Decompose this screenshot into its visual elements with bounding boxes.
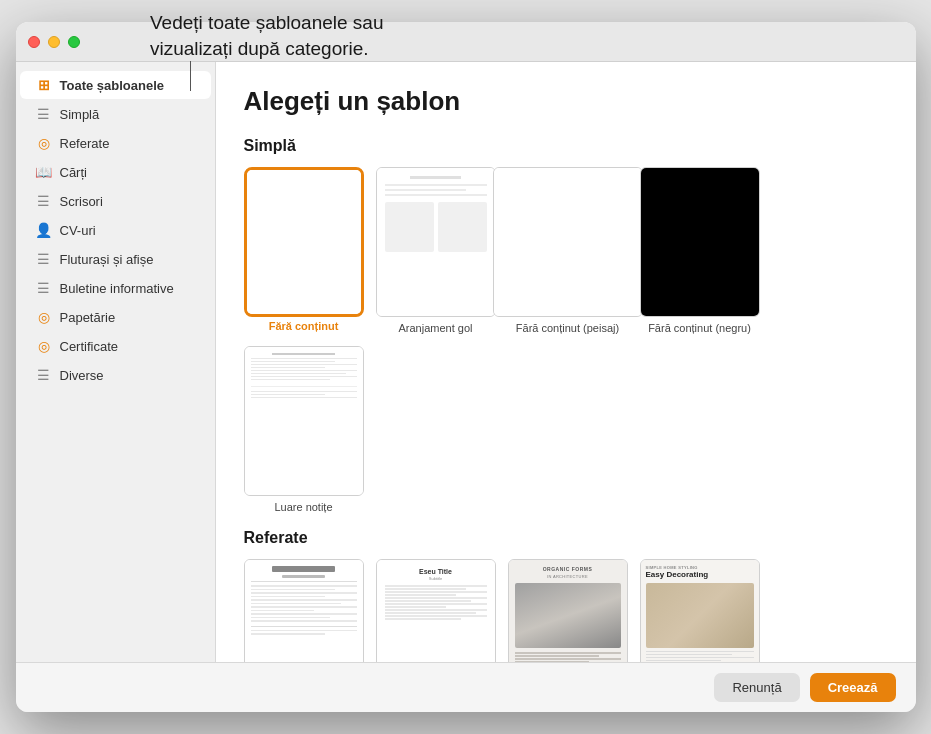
template-blank-dark[interactable]: Fără conținut (negru): [640, 167, 760, 334]
simple-template-grid: Fără conținut: [244, 167, 888, 513]
template-thumb-blank-landscape[interactable]: [493, 167, 643, 317]
titlebar: [16, 22, 916, 62]
main-window: ⊞ Toate șabloanele ☰ Simplă ◎ Referate 📖…: [16, 22, 916, 712]
sidebar-item-certificates[interactable]: ◎ Certificate: [20, 332, 211, 360]
page-title: Alegeți un șablon: [244, 86, 888, 117]
badge-icon: ◎: [36, 135, 52, 151]
minimize-button[interactable]: [48, 36, 60, 48]
template-blank[interactable]: Fără conținut: [244, 167, 364, 334]
sidebar-item-letters[interactable]: ☰ Scrisori: [20, 187, 211, 215]
section-title-reports: Referate: [244, 529, 888, 547]
template-thumb-notes[interactable]: [244, 346, 364, 496]
book-icon: 📖: [36, 164, 52, 180]
stationery-icon: ◎: [36, 309, 52, 325]
list-icon: ☰: [36, 106, 52, 122]
sidebar-item-all[interactable]: ⊞ Toate șabloanele: [20, 71, 211, 99]
template-thumb-minimal-report[interactable]: ORGANIC FORMS IN ARCHITECTURE: [508, 559, 628, 662]
create-button[interactable]: Creează: [810, 673, 896, 702]
template-label-layout-blank: Aranjament gol: [399, 322, 473, 334]
template-label-blank-dark: Fără conținut (negru): [648, 322, 751, 334]
sidebar-item-simple[interactable]: ☰ Simplă: [20, 100, 211, 128]
template-layout-blank[interactable]: Aranjament gol: [376, 167, 496, 334]
reports-template-grid: Referat simplu Eseu Title Subtitle: [244, 559, 888, 662]
close-button[interactable]: [28, 36, 40, 48]
grid-icon: ⊞: [36, 77, 52, 93]
flyer-icon: ☰: [36, 251, 52, 267]
template-thumb-contemporary[interactable]: Simple Home Styling Easy Decorating: [640, 559, 760, 662]
sidebar-item-cv[interactable]: 👤 CV-uri: [20, 216, 211, 244]
content-area: ⊞ Toate șabloanele ☰ Simplă ◎ Referate 📖…: [16, 62, 916, 662]
main-content: Alegeți un șablon Simplă Fără conținut: [216, 62, 916, 662]
template-label-notes: Luare notițe: [274, 501, 332, 513]
sidebar: ⊞ Toate șabloanele ☰ Simplă ◎ Referate 📖…: [16, 62, 216, 662]
template-thumb-simple-report[interactable]: [244, 559, 364, 662]
sidebar-item-books[interactable]: 📖 Cărți: [20, 158, 211, 186]
template-simple-report[interactable]: Referat simplu: [244, 559, 364, 662]
sidebar-item-flyers[interactable]: ☰ Fluturași și afișe: [20, 245, 211, 273]
sidebar-item-reports[interactable]: ◎ Referate: [20, 129, 211, 157]
section-title-simple: Simplă: [244, 137, 888, 155]
sidebar-item-stationery[interactable]: ◎ Papetărie: [20, 303, 211, 331]
maximize-button[interactable]: [68, 36, 80, 48]
template-contemporary[interactable]: Simple Home Styling Easy Decorating Refe…: [640, 559, 760, 662]
template-essay[interactable]: Eseu Title Subtitle: [376, 559, 496, 662]
template-notes[interactable]: Luare notițe: [244, 346, 364, 513]
template-thumb-essay[interactable]: Eseu Title Subtitle: [376, 559, 496, 662]
template-minimal-report[interactable]: ORGANIC FORMS IN ARCHITECTURE Referat mi…: [508, 559, 628, 662]
template-thumb-blank-dark[interactable]: [640, 167, 760, 317]
template-blank-landscape[interactable]: Fără conținut (peisaj): [508, 167, 628, 334]
cancel-button[interactable]: Renunță: [714, 673, 799, 702]
certificate-icon: ◎: [36, 338, 52, 354]
template-selected-label: Fără conținut: [269, 320, 339, 332]
sidebar-item-newsletters[interactable]: ☰ Buletine informative: [20, 274, 211, 302]
template-label-blank-landscape: Fără conținut (peisaj): [516, 322, 619, 334]
letter-icon: ☰: [36, 193, 52, 209]
footer: Renunță Creează: [16, 662, 916, 712]
template-thumb-blank[interactable]: [244, 167, 364, 317]
cv-icon: 👤: [36, 222, 52, 238]
newsletter-icon: ☰: [36, 280, 52, 296]
misc-icon: ☰: [36, 367, 52, 383]
template-thumb-layout-blank[interactable]: [376, 167, 496, 317]
sidebar-item-misc[interactable]: ☰ Diverse: [20, 361, 211, 389]
